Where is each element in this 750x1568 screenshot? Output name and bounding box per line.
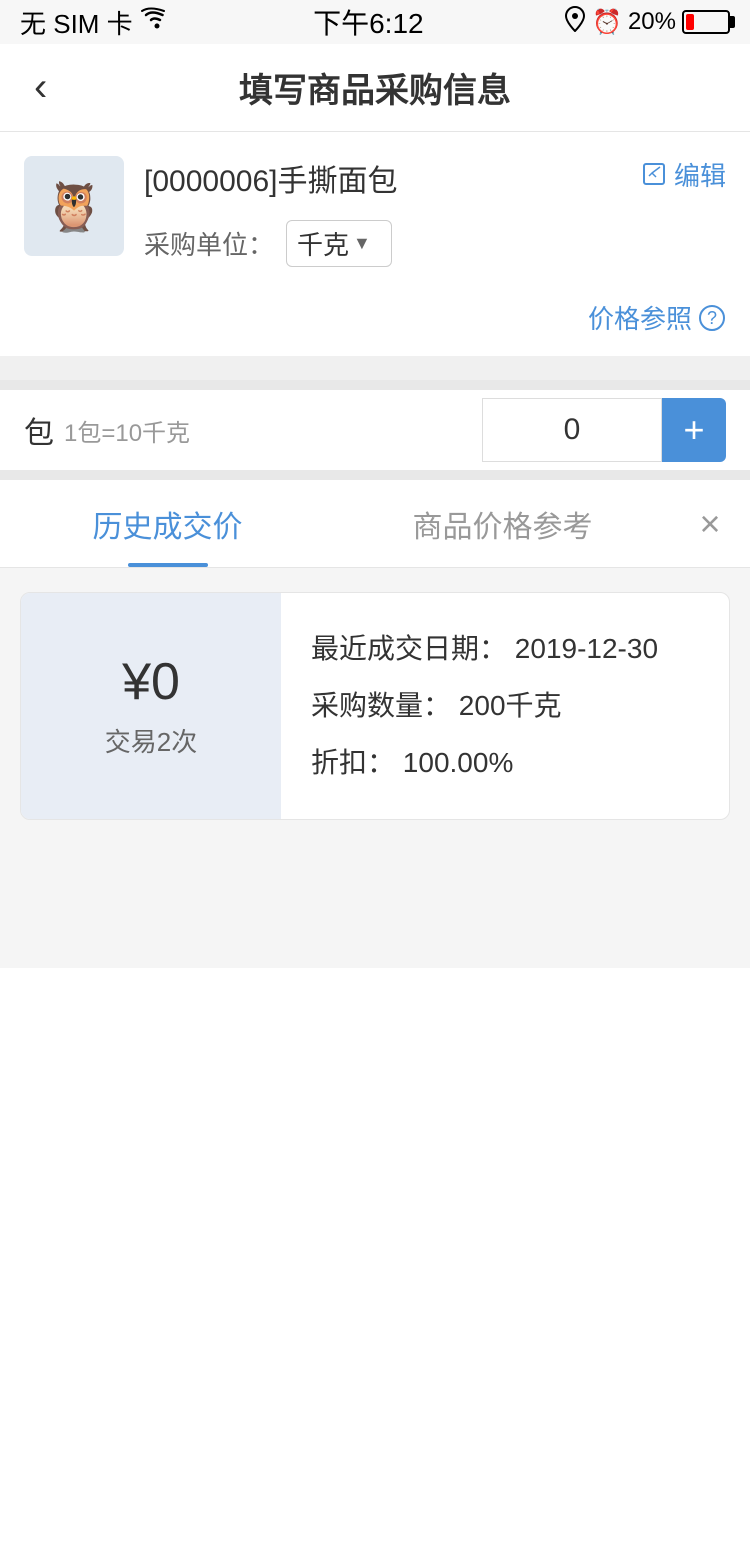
carrier-text: 无 SIM 卡 bbox=[20, 4, 133, 41]
tab-product-price-ref[interactable]: 商品价格参考 bbox=[335, 480, 670, 567]
history-card: ¥0 交易2次 最近成交日期： 2019-12-30 采购数量： 200千克 折… bbox=[20, 592, 730, 820]
recent-date-value: 2019-12-30 bbox=[515, 633, 658, 664]
product-logo-icon: 🦉 bbox=[44, 178, 104, 235]
recent-date-label: 最近成交日期： bbox=[311, 633, 507, 664]
section-divider bbox=[0, 380, 750, 390]
nav-bar: ‹ 填写商品采购信息 bbox=[0, 44, 750, 132]
quantity-unit: 包 bbox=[24, 408, 54, 452]
thin-divider bbox=[0, 470, 750, 480]
location-icon bbox=[564, 6, 586, 39]
quantity-value: 0 bbox=[564, 413, 581, 447]
battery-icon bbox=[682, 10, 730, 34]
wifi-icon bbox=[141, 7, 173, 38]
quantity-input[interactable]: 0 bbox=[482, 398, 662, 462]
back-button[interactable]: ‹ bbox=[24, 55, 57, 120]
dropdown-arrow-icon: ▼ bbox=[353, 233, 371, 254]
tabs-container: 历史成交价 商品价格参考 × bbox=[0, 480, 750, 568]
unit-label: 采购单位： bbox=[144, 225, 274, 262]
product-card: 🦉 [0000006]手撕面包 采购单位： 千克 ▼ 编 bbox=[0, 132, 750, 356]
discount-value: 100.00% bbox=[403, 747, 514, 778]
quantity-plus-button[interactable]: + bbox=[662, 398, 726, 462]
tab-history-price[interactable]: 历史成交价 bbox=[0, 480, 335, 567]
quantity-hint: 1包=10千克 bbox=[64, 413, 190, 448]
price-ref-button[interactable]: 价格参照 ? bbox=[588, 299, 726, 336]
product-info: 🦉 [0000006]手撕面包 采购单位： 千克 ▼ bbox=[24, 156, 642, 267]
history-recent-date-row: 最近成交日期： 2019-12-30 bbox=[311, 629, 699, 668]
tab-close-button[interactable]: × bbox=[670, 503, 750, 545]
history-details: 最近成交日期： 2019-12-30 采购数量： 200千克 折扣： 100.0… bbox=[281, 593, 729, 819]
status-right: ⏰ 20% bbox=[564, 6, 730, 39]
svg-text:?: ? bbox=[707, 308, 717, 328]
status-left: 无 SIM 卡 bbox=[20, 4, 173, 41]
tab-history-price-label: 历史成交价 bbox=[93, 502, 243, 546]
page-title: 填写商品采购信息 bbox=[239, 63, 511, 112]
product-name: [0000006]手撕面包 bbox=[144, 156, 642, 200]
battery-fill bbox=[686, 14, 694, 30]
unit-select-dropdown[interactable]: 千克 ▼ bbox=[286, 220, 392, 267]
tab-active-indicator bbox=[128, 563, 208, 567]
alarm-icon: ⏰ bbox=[592, 8, 622, 37]
history-trade-count: 交易2次 bbox=[105, 722, 197, 759]
content-area: ¥0 交易2次 最近成交日期： 2019-12-30 采购数量： 200千克 折… bbox=[0, 568, 750, 968]
discount-label: 折扣： bbox=[311, 747, 395, 778]
status-time: 下午6:12 bbox=[313, 2, 424, 42]
history-discount-row: 折扣： 100.00% bbox=[311, 743, 699, 782]
tab-product-price-ref-label: 商品价格参考 bbox=[413, 502, 593, 546]
bottom-area bbox=[0, 968, 750, 1568]
edit-button[interactable]: 编辑 bbox=[642, 156, 726, 193]
product-details: [0000006]手撕面包 采购单位： 千克 ▼ bbox=[144, 156, 642, 267]
unit-value: 千克 bbox=[297, 225, 349, 262]
price-ref-row: 价格参照 ? bbox=[24, 267, 726, 356]
quantity-controls: 0 + bbox=[482, 398, 726, 462]
status-bar: 无 SIM 卡 下午6:12 ⏰ 20% bbox=[0, 0, 750, 44]
history-price-summary: ¥0 交易2次 bbox=[21, 593, 281, 819]
product-top-row: 🦉 [0000006]手撕面包 采购单位： 千克 ▼ 编 bbox=[24, 156, 726, 267]
purchase-qty-label: 采购数量： bbox=[311, 690, 451, 721]
product-thumbnail: 🦉 bbox=[24, 156, 124, 256]
history-purchase-qty-row: 采购数量： 200千克 bbox=[311, 686, 699, 725]
quantity-label-group: 包 1包=10千克 bbox=[24, 408, 190, 452]
history-price-value: ¥0 bbox=[122, 652, 180, 712]
quantity-row: 包 1包=10千克 0 + bbox=[0, 390, 750, 470]
unit-row: 采购单位： 千克 ▼ bbox=[144, 220, 642, 267]
purchase-qty-value: 200千克 bbox=[459, 690, 562, 721]
battery-percent: 20% bbox=[628, 8, 676, 36]
